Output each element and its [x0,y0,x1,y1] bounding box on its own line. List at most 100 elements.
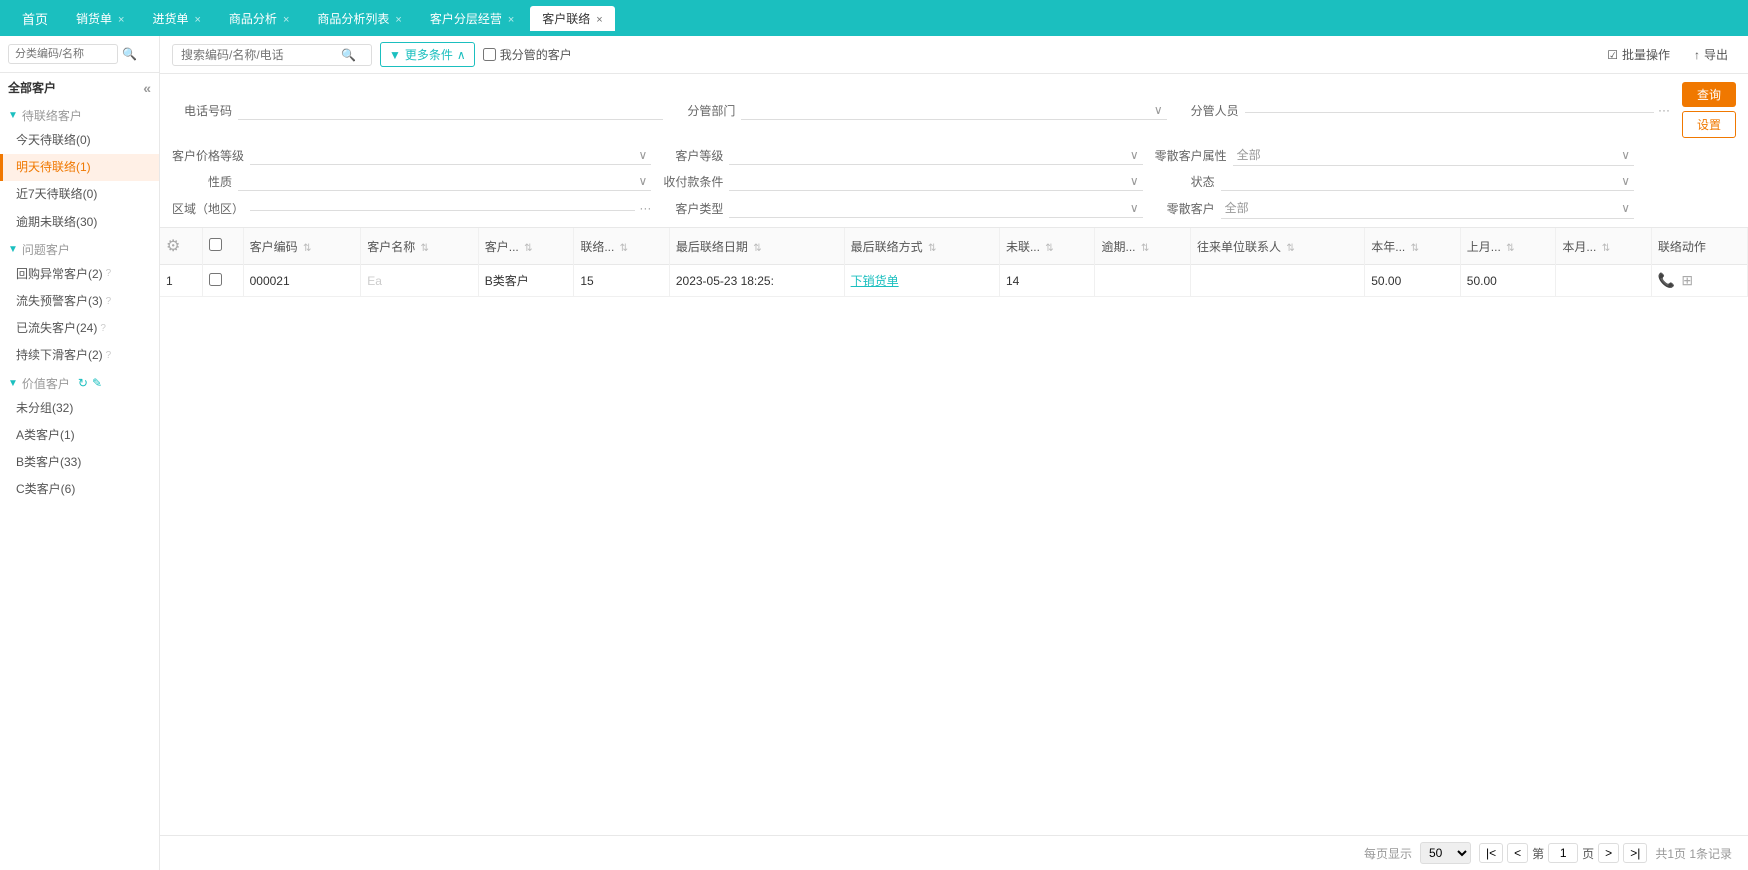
sidebar-item-tomorrow[interactable]: 明天待联络(1) [0,154,159,181]
nav-customer-contact-close[interactable]: × [596,14,602,26]
per-page-select[interactable]: 50 100 200 [1420,842,1471,864]
sort-overdue-icon[interactable]: ⇅ [1141,243,1149,254]
last-method-link[interactable]: 下销货单 [851,274,899,288]
edit-icon[interactable]: ✎ [92,376,102,390]
advanced-filter: 电话号码 分管部门 ∨ 分管人员 ··· [160,74,1748,228]
page-input[interactable] [1548,843,1578,863]
sort-contacts-icon[interactable]: ⇅ [620,243,628,254]
retail-attr-select[interactable]: 全部 ∨ [1233,144,1634,166]
phone-action-icon[interactable]: 📞 [1658,272,1675,289]
filter-nature: 性质 ∨ [172,172,651,191]
search-input[interactable] [181,48,341,62]
sidebar-item-overdue[interactable]: 逾期未联络(30) [0,209,159,236]
row-select-checkbox[interactable] [209,273,222,286]
export-button[interactable]: ↑ 导出 [1686,43,1736,66]
sort-nocontact-icon[interactable]: ⇅ [1045,243,1053,254]
filter-icon: ▼ [389,48,401,62]
nav-purchase-close[interactable]: × [194,14,200,26]
sidebar-item-class-b[interactable]: B类客户(33) [0,449,159,476]
person-dots[interactable]: ··· [1658,103,1670,117]
more-filter-button[interactable]: ▼ 更多条件 ∧ [380,42,475,67]
region-select[interactable] [250,206,635,211]
sort-name-icon[interactable]: ⇅ [421,243,429,254]
sidebar-search-icon[interactable]: 🔍 [122,47,137,61]
col-type: 客户... ⇅ [478,228,574,265]
table-settings-icon[interactable]: ⚙ [166,238,180,255]
first-page-button[interactable]: |< [1479,843,1503,863]
sidebar-item-churn-warning[interactable]: 流失预警客户(3) ? [0,288,159,315]
batch-op-button[interactable]: ☑ 批量操作 [1599,43,1678,66]
nav-customer-tier-close[interactable]: × [508,14,514,26]
filter-row-4: 区域（地区） ··· 客户类型 ∨ 零散客户 全部 [172,197,1736,219]
sidebar-item-churned[interactable]: 已流失客户(24) ? [0,315,159,342]
retail-attr-arrow: ∨ [1621,148,1630,162]
sidebar-item-repurchase[interactable]: 回购异常客户(2) ? [0,261,159,288]
col-name: 客户名称 ⇅ [361,228,479,265]
retail-cust-select[interactable]: 全部 ∨ [1221,197,1634,219]
status-select[interactable]: ∨ [1221,172,1634,191]
query-button[interactable]: 查询 [1682,82,1736,107]
nav-analysis-list[interactable]: 商品分析列表× [305,6,413,31]
sort-year-icon[interactable]: ⇅ [1411,243,1419,254]
group-problem-customers: ▼ 问题客户 [0,236,159,261]
search-icon[interactable]: 🔍 [341,48,356,62]
dept-select[interactable]: ∨ [741,101,1166,120]
sidebar-search-input[interactable] [8,44,118,64]
all-customers-header[interactable]: 全部客户 « [0,73,159,102]
filter-row-2: 客户价格等级 ∨ 客户等级 ∨ 零散客户属性 全部 [172,144,1736,166]
filter-payment: 收付款条件 ∨ [663,172,1142,191]
row-last-month: 50.00 [1460,265,1556,297]
sort-code-icon[interactable]: ⇅ [303,243,311,254]
sidebar-item-class-a[interactable]: A类客户(1) [0,422,159,449]
nav-purchase[interactable]: 进货单× [140,6,212,31]
nav-analysis-list-close[interactable]: × [395,14,401,26]
col-overdue: 逾期... ⇅ [1095,228,1191,265]
sort-thismonth-icon[interactable]: ⇅ [1602,243,1610,254]
payment-select[interactable]: ∨ [729,172,1142,191]
nav-customer-contact[interactable]: 客户联络× [530,6,614,31]
my-customers-checkbox[interactable]: 我分管的客户 [483,46,572,63]
price-level-select[interactable]: ∨ [250,146,651,165]
col-contact-person: 往来单位联系人 ⇅ [1191,228,1365,265]
refresh-icon[interactable]: ↻ [78,376,88,390]
my-customers-check-input[interactable] [483,48,496,61]
person-select[interactable] [1245,108,1654,113]
row-index: 1 [160,265,202,297]
payment-arrow: ∨ [1130,174,1139,188]
col-contacts: 联络... ⇅ [574,228,670,265]
select-all-checkbox[interactable] [209,238,222,251]
nav-customer-tier[interactable]: 客户分层经营× [418,6,526,31]
phone-input[interactable] [238,101,663,120]
set-button[interactable]: 设置 [1682,111,1736,138]
nature-select[interactable]: ∨ [238,172,651,191]
sort-lastmonth-icon[interactable]: ⇅ [1506,243,1514,254]
nav-sales-close[interactable]: × [118,14,124,26]
cust-level-select[interactable]: ∨ [729,146,1142,165]
sidebar-item-class-c[interactable]: C类客户(6) [0,476,159,503]
group-triangle-icon: ▼ [8,110,18,121]
nav-analysis-close[interactable]: × [283,14,289,26]
nav-sales[interactable]: 销货单× [64,6,136,31]
nav-analysis[interactable]: 商品分析× [217,6,301,31]
row-name: Ea [361,265,479,297]
grid-action-icon[interactable]: ⊞ [1681,272,1693,289]
group-value-customers: ▼ 价值客户 ↻ ✎ [0,370,159,395]
col-last-month: 上月... ⇅ [1460,228,1556,265]
region-dots[interactable]: ··· [639,201,651,215]
sort-method-icon[interactable]: ⇅ [928,243,936,254]
sidebar-item-ungrouped[interactable]: 未分组(32) [0,395,159,422]
col-this-month: 本月... ⇅ [1556,228,1652,265]
sidebar-item-declining[interactable]: 持续下滑客户(2) ? [0,342,159,369]
cust-type-select[interactable]: ∨ [729,199,1142,218]
sidebar-item-7days[interactable]: 近7天待联络(0) [0,181,159,208]
sort-date-icon[interactable]: ⇅ [753,243,761,254]
last-page-button[interactable]: >| [1623,843,1647,863]
sort-person-icon[interactable]: ⇅ [1286,243,1294,254]
col-last-method: 最后联络方式 ⇅ [844,228,999,265]
status-arrow: ∨ [1621,174,1630,188]
sidebar-item-today[interactable]: 今天待联络(0) [0,127,159,154]
next-page-button[interactable]: > [1598,843,1619,863]
nav-home[interactable]: 首页 [10,5,60,32]
prev-page-button[interactable]: < [1507,843,1528,863]
sort-type-icon[interactable]: ⇅ [524,243,532,254]
